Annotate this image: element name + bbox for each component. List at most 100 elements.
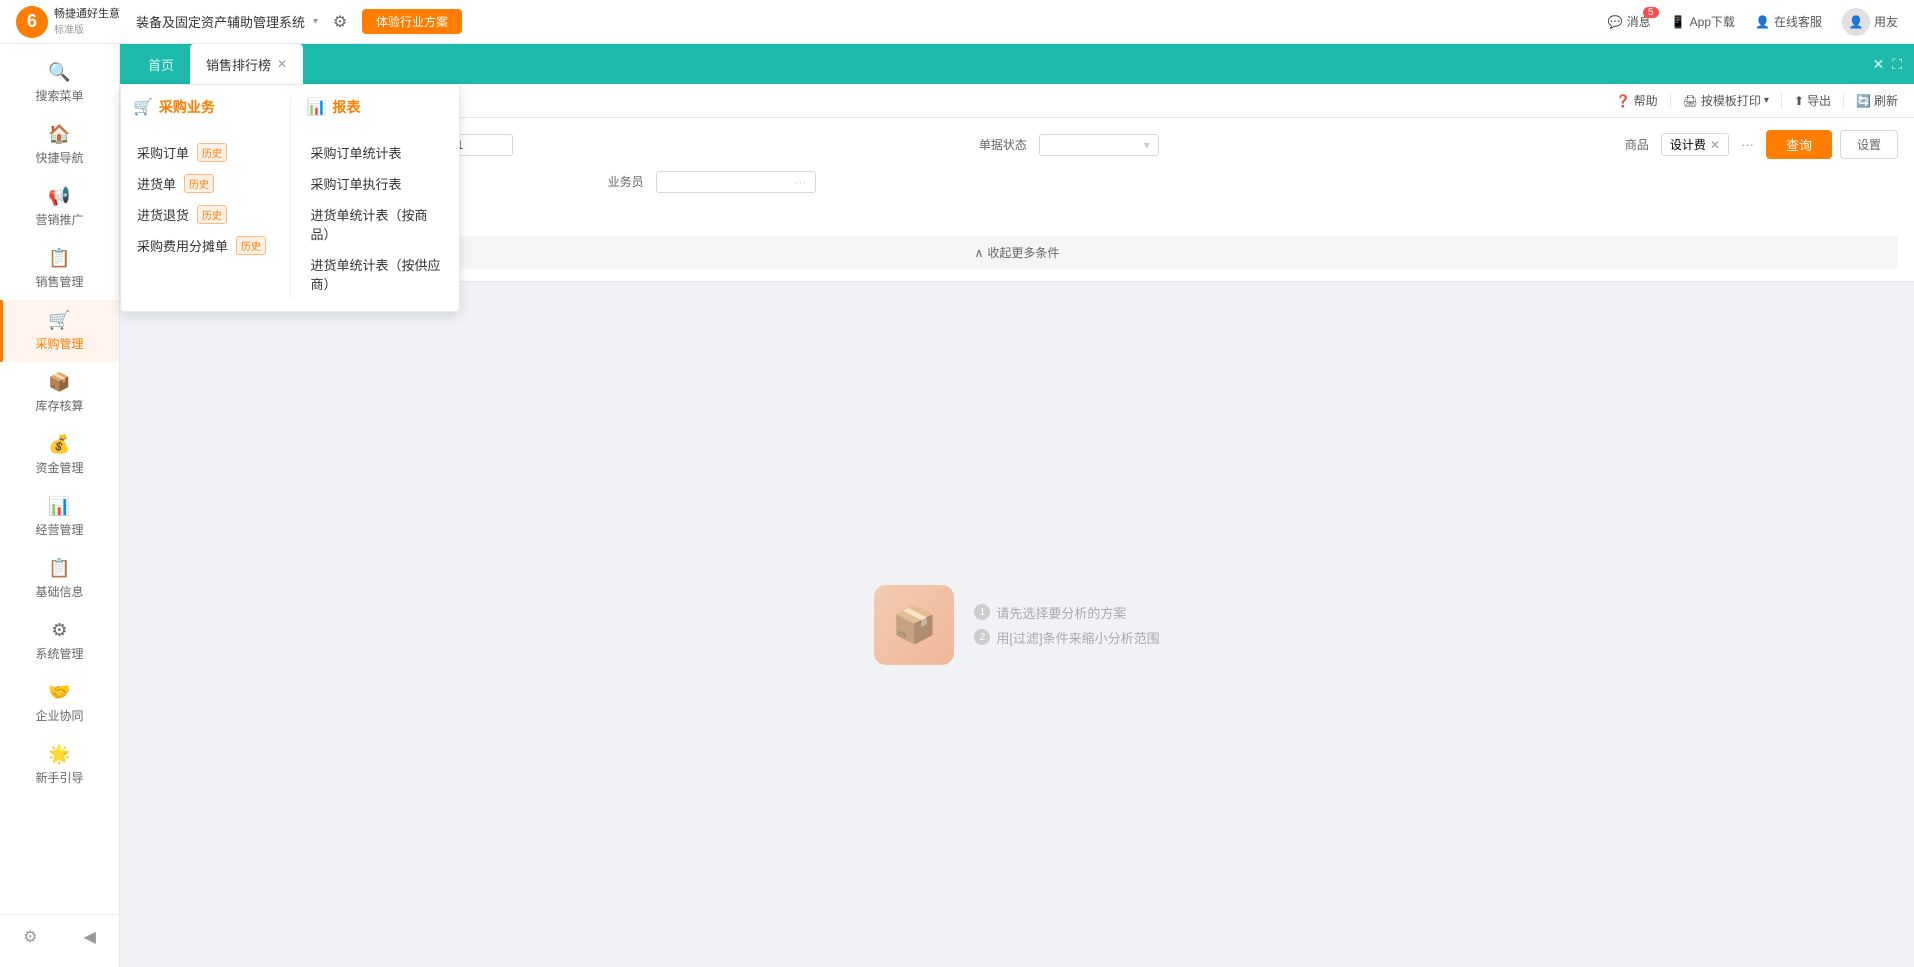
history-badge-3: 历史 xyxy=(236,236,266,255)
enterprise-icon: 🤝 xyxy=(48,682,70,703)
dropdown-item-report-3[interactable]: 进货单统计表（按商品） xyxy=(307,199,448,249)
action-btn-group: 查询 设置 xyxy=(1766,130,1898,159)
refresh-button[interactable]: 🔄 刷新 xyxy=(1856,92,1898,109)
sidebar-collapse-button[interactable]: ◀ xyxy=(84,927,96,947)
phone-icon: 📱 xyxy=(1671,15,1686,29)
business-icon: 📊 xyxy=(48,496,70,517)
sidebar-item-quick-nav[interactable]: 🏠 快捷导航 xyxy=(0,114,119,176)
query-button[interactable]: 查询 xyxy=(1766,130,1832,159)
message-badge: 5 xyxy=(1643,7,1659,18)
salesperson-label: 业务员 xyxy=(608,173,644,190)
logo-icon: 6 xyxy=(16,6,48,38)
sidebar-item-business[interactable]: 📊 经营管理 xyxy=(0,486,119,548)
title-dropdown-arrow[interactable]: ▾ xyxy=(313,16,318,27)
goods-more-dots[interactable]: ··· xyxy=(1741,137,1754,152)
service-icon: 👤 xyxy=(1755,15,1770,29)
tab-expand-button[interactable]: ⛶ xyxy=(1892,56,1902,73)
sidebar-item-enterprise[interactable]: 🤝 企业协同 xyxy=(0,672,119,734)
export-button[interactable]: ⬆ 导出 xyxy=(1794,92,1831,109)
dropdown-item-report-4[interactable]: 进货单统计表（按供应商） xyxy=(307,249,448,299)
print-dropdown-icon[interactable]: ▾ xyxy=(1764,95,1769,106)
search-icon: 🔍 xyxy=(48,62,70,83)
sidebar: 🔍 搜索菜单 🏠 快捷导航 📢 营销推广 📋 销售管理 🛒 采购管理 📦 库存核… xyxy=(0,44,120,967)
sidebar-item-base-info[interactable]: 📋 基础信息 xyxy=(0,548,119,610)
tab-close-button[interactable]: ✕ xyxy=(1872,56,1884,73)
user-area[interactable]: 👤 用友 xyxy=(1842,8,1898,36)
purchase-icon: 🛒 xyxy=(48,310,70,331)
logo-text-area: 畅捷通好生意 标准版 xyxy=(54,7,120,36)
dropdown-col-business-title: 🛒 采购业务 xyxy=(133,97,274,125)
refresh-icon: 🔄 xyxy=(1856,94,1871,108)
message-icon: 💬 xyxy=(1608,15,1623,29)
dropdown-item-report-2[interactable]: 采购订单执行表 xyxy=(307,168,448,199)
tab-bar: 首页 销售排行榜 ✕ ✕ ⛶ xyxy=(120,44,1914,84)
sales-icon: 📋 xyxy=(48,248,70,269)
print-icon: 🖨 xyxy=(1683,94,1698,108)
purchase-business-icon: 🛒 xyxy=(133,97,153,117)
toolbar-divider-2 xyxy=(1781,93,1782,109)
header-right: 💬 消息 5 📱 App下载 👤 在线客服 👤 用友 xyxy=(1608,8,1898,36)
system-icon: ⚙ xyxy=(51,620,67,641)
dropdown-col-business: 🛒 采购业务 采购订单 历史 进货单 历史 进货退货 历史 采购费用分摊单 历史 xyxy=(121,97,286,299)
voucher-status-label: 单据状态 xyxy=(979,136,1027,153)
help-icon: ❓ xyxy=(1616,94,1631,108)
tab-home[interactable]: 首页 xyxy=(132,44,190,84)
messages-button[interactable]: 💬 消息 5 xyxy=(1608,13,1651,30)
export-icon: ⬆ xyxy=(1794,94,1804,108)
empty-tips: 1 请先选择要分析的方案 2 用[过滤]条件来缩小分析范围 xyxy=(974,603,1159,647)
salesperson-dots: ··· xyxy=(795,175,807,189)
settings-gear-button[interactable]: ⚙ xyxy=(326,8,354,36)
settings-button[interactable]: 设置 xyxy=(1840,130,1898,159)
logo-area: 6 畅捷通好生意 标准版 xyxy=(16,6,136,38)
history-badge-1: 历史 xyxy=(184,174,214,193)
tab-sales-ranking[interactable]: 销售排行榜 ✕ xyxy=(190,44,303,84)
logo-sub: 标准版 xyxy=(54,21,120,36)
user-label: 用友 xyxy=(1874,13,1898,30)
sidebar-item-system[interactable]: ⚙ 系统管理 xyxy=(0,610,119,672)
tab-close-icon[interactable]: ✕ xyxy=(277,57,287,71)
toolbar-divider-3 xyxy=(1843,93,1844,109)
sidebar-item-newbie[interactable]: 🌟 新手引导 xyxy=(0,734,119,796)
report-icon: 📊 xyxy=(307,97,327,117)
dropdown-item-report-1[interactable]: 采购订单统计表 xyxy=(307,137,448,168)
online-service-button[interactable]: 👤 在线客服 xyxy=(1755,13,1822,30)
salesperson-select[interactable]: ··· xyxy=(656,171,816,193)
sidebar-item-purchase[interactable]: 🛒 采购管理 xyxy=(0,300,119,362)
empty-tip-2: 2 用[过滤]条件来缩小分析范围 xyxy=(974,628,1159,647)
sidebar-settings-button[interactable]: ⚙ xyxy=(23,927,37,947)
finance-icon: 💰 xyxy=(48,434,70,455)
print-button[interactable]: 🖨 按模板打印 ▾ xyxy=(1683,92,1769,109)
sidebar-item-inventory[interactable]: 📦 库存核算 xyxy=(0,362,119,424)
sidebar-item-marketing[interactable]: 📢 营销推广 xyxy=(0,176,119,238)
sidebar-item-finance[interactable]: 💰 资金管理 xyxy=(0,424,119,486)
empty-illustration: 📦 xyxy=(874,585,954,665)
logo-text: 畅捷通好生意 xyxy=(54,7,120,21)
dropdown-col-report-title: 📊 报表 xyxy=(307,97,448,125)
avatar: 👤 xyxy=(1842,8,1870,36)
toolbar-divider-1 xyxy=(1670,93,1671,109)
app-download-button[interactable]: 📱 App下载 xyxy=(1671,13,1735,30)
tab-bar-right: ✕ ⛶ xyxy=(1872,56,1902,73)
industry-button[interactable]: 体验行业方案 xyxy=(362,9,462,34)
dropdown-item-inbound[interactable]: 进货单 历史 xyxy=(133,168,274,199)
inventory-icon: 📦 xyxy=(48,372,70,393)
system-title-text: 装备及固定资产辅助管理系统 xyxy=(136,12,305,31)
history-badge-0: 历史 xyxy=(197,143,227,162)
top-header: 6 畅捷通好生意 标准版 装备及固定资产辅助管理系统 ▾ ⚙ 体验行业方案 💬 … xyxy=(0,0,1914,44)
voucher-status-dropdown-icon: ▾ xyxy=(1144,138,1150,152)
history-badge-2: 历史 xyxy=(197,205,227,224)
collapse-up-icon: ∧ xyxy=(975,246,984,260)
col-separator xyxy=(290,97,291,299)
goods-tag-close[interactable]: ✕ xyxy=(1710,138,1720,152)
voucher-status-select[interactable]: ▾ xyxy=(1039,134,1159,156)
help-button[interactable]: ❓ 帮助 xyxy=(1616,92,1658,109)
dropdown-item-expense[interactable]: 采购费用分摊单 历史 xyxy=(133,230,274,261)
sidebar-item-sales[interactable]: 📋 销售管理 xyxy=(0,238,119,300)
sidebar-item-search[interactable]: 🔍 搜索菜单 xyxy=(0,52,119,114)
goods-label: 商品 xyxy=(1625,136,1649,153)
purchase-dropdown-menu: 🛒 采购业务 采购订单 历史 进货单 历史 进货退货 历史 采购费用分摊单 历史… xyxy=(120,84,460,312)
tip-dot-2: 2 xyxy=(974,629,990,645)
dropdown-item-purchase-order[interactable]: 采购订单 历史 xyxy=(133,137,274,168)
system-title-area: 装备及固定资产辅助管理系统 ▾ ⚙ 体验行业方案 xyxy=(136,8,1608,36)
dropdown-item-return[interactable]: 进货退货 历史 xyxy=(133,199,274,230)
